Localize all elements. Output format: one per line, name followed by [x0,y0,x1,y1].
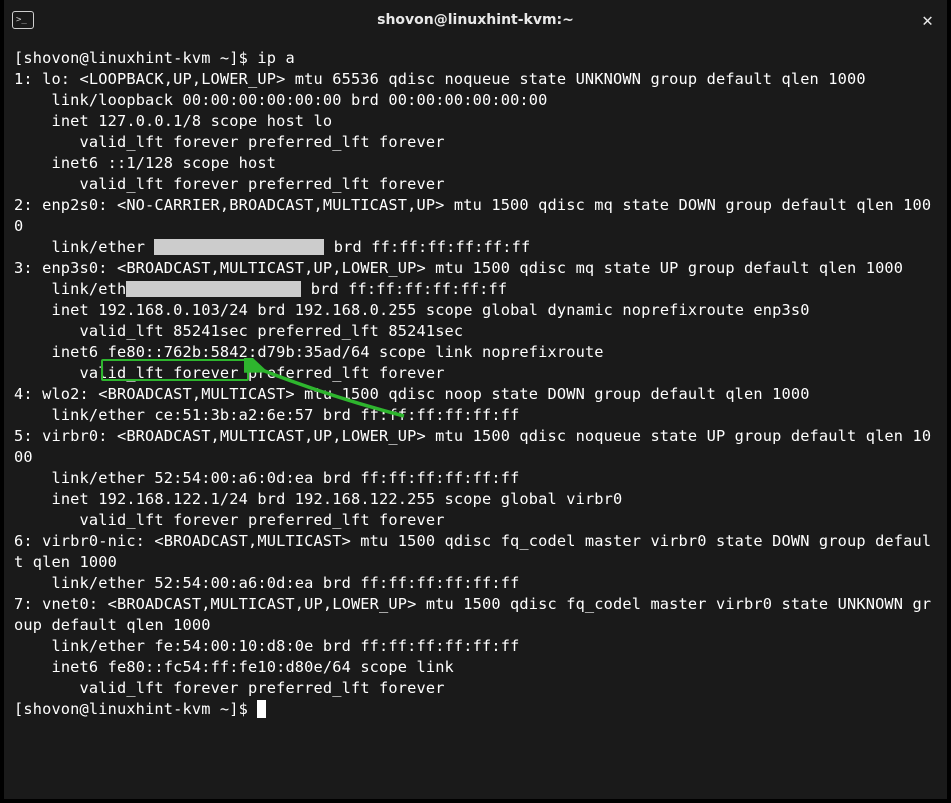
output-line: inet 192.168.122.1/24 brd 192.168.122.25… [14,489,937,510]
output-text: link/eth [14,280,126,298]
output-line: valid_lft 85241sec preferred_lft 85241se… [14,321,937,342]
output-line: 4: wlo2: <BROADCAST,MULTICAST> mtu 1500 … [14,384,937,405]
redacted-mac [154,239,324,255]
output-line: link/ether ce:51:3b:a2:6e:57 brd ff:ff:f… [14,405,937,426]
output-line: valid_lft forever preferred_lft forever [14,132,937,153]
output-text: brd ff:ff:ff:ff:ff:ff [324,238,530,256]
output-line: inet 192.168.0.103/24 brd 192.168.0.255 … [14,300,937,321]
output-line: 1: lo: <LOOPBACK,UP,LOWER_UP> mtu 65536 … [14,69,937,90]
shell-prompt: [shovon@linuxhint-kvm ~]$ [14,700,257,718]
output-line: link/eth brd ff:ff:ff:ff:ff:ff [14,279,937,300]
output-line: valid_lft forever preferred_lft forever [14,678,937,699]
output-line: link/ether 52:54:00:a6:0d:ea brd ff:ff:f… [14,573,937,594]
typed-command: ip a [257,49,294,67]
cursor [257,700,266,718]
terminal-body[interactable]: [shovon@linuxhint-kvm ~]$ ip a 1: lo: <L… [4,40,947,799]
scrollbar[interactable] [937,40,947,799]
output-line: 5: virbr0: <BROADCAST,MULTICAST,UP,LOWER… [14,426,937,468]
output-line: 2: enp2s0: <NO-CARRIER,BROADCAST,MULTICA… [14,195,937,237]
output-line: valid_lft forever preferred_lft forever [14,174,937,195]
output-line: 6: virbr0-nic: <BROADCAST,MULTICAST> mtu… [14,531,937,573]
terminal-icon: >_ [12,11,34,29]
prompt-line: [shovon@linuxhint-kvm ~]$ [14,699,937,720]
output-line: 3: enp3s0: <BROADCAST,MULTICAST,UP,LOWER… [14,258,937,279]
output-line: link/loopback 00:00:00:00:00:00 brd 00:0… [14,90,937,111]
output-line: valid_lft forever preferred_lft forever [14,363,937,384]
prompt-line: [shovon@linuxhint-kvm ~]$ ip a [14,48,937,69]
title-bar: >_ shovon@linuxhint-kvm:~ ✕ [4,0,947,40]
output-line: link/ether fe:54:00:10:d8:0e brd ff:ff:f… [14,636,937,657]
shell-prompt: [shovon@linuxhint-kvm ~]$ [14,49,257,67]
close-button[interactable]: ✕ [916,8,939,33]
output-line: valid_lft forever preferred_lft forever [14,510,937,531]
output-line: inet6 fe80::fc54:ff:fe10:d80e/64 scope l… [14,657,937,678]
output-text: link/ether [14,238,154,256]
output-line: 7: vnet0: <BROADCAST,MULTICAST,UP,LOWER_… [14,594,937,636]
redacted-mac [126,281,301,297]
output-line: inet 127.0.0.1/8 scope host lo [14,111,937,132]
window-title: shovon@linuxhint-kvm:~ [377,12,574,28]
output-line: link/ether 52:54:00:a6:0d:ea brd ff:ff:f… [14,468,937,489]
output-line: link/ether brd ff:ff:ff:ff:ff:ff [14,237,937,258]
output-line: inet6 fe80::762b:5842:d79b:35ad/64 scope… [14,342,937,363]
output-text: brd ff:ff:ff:ff:ff:ff [301,280,507,298]
output-line: inet6 ::1/128 scope host [14,153,937,174]
